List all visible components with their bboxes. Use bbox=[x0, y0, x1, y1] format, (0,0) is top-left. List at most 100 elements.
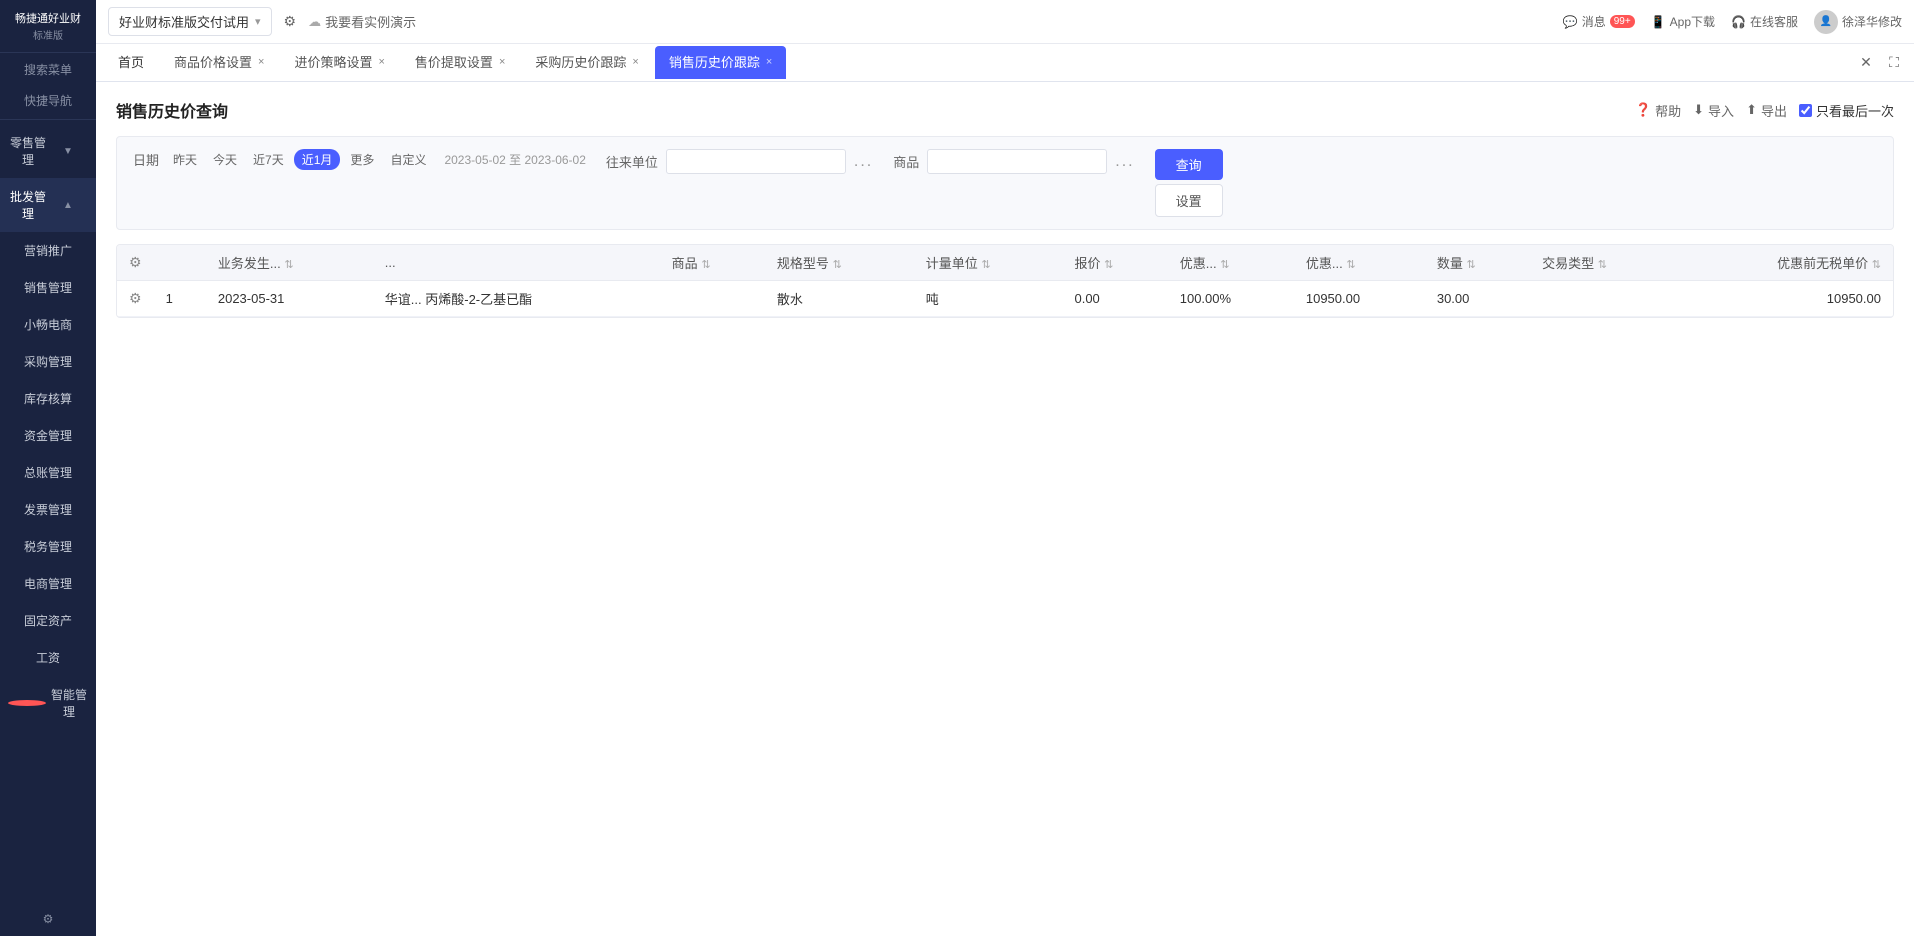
sidebar-item-inventory[interactable]: 库存核算 bbox=[0, 380, 96, 417]
tab-purchase-strategy[interactable]: 进价策略设置 × bbox=[280, 46, 398, 79]
sidebar-item-label: 库存核算 bbox=[8, 390, 88, 407]
th-product-label: 商品 bbox=[672, 256, 698, 271]
only-last-checkbox-label[interactable]: 只看最后一次 bbox=[1799, 101, 1894, 120]
window-maximize-button[interactable]: ⛶ bbox=[1882, 51, 1906, 75]
table-header-row: ⚙ 业务发生... ⇅ ... 商品 ⇅ bbox=[117, 245, 1893, 281]
dropdown-arrow-icon: ▾ bbox=[255, 15, 261, 28]
sidebar-item-invoice[interactable]: 发票管理 bbox=[0, 491, 96, 528]
tab-sale-extract[interactable]: 售价提取设置 × bbox=[401, 46, 519, 79]
sidebar-item-assets[interactable]: 固定资产 bbox=[0, 602, 96, 639]
tab-close-icon[interactable]: × bbox=[499, 56, 505, 68]
th-discount2[interactable]: 优惠... ⇅ bbox=[1294, 245, 1425, 281]
sidebar-item-finance[interactable]: 资金管理 bbox=[0, 417, 96, 454]
tab-close-icon[interactable]: × bbox=[378, 56, 384, 68]
sort-icon[interactable]: ⇅ bbox=[1466, 259, 1475, 271]
th-more-label: ... bbox=[385, 255, 396, 270]
table-settings-icon[interactable]: ⚙ bbox=[129, 254, 142, 270]
messages-button[interactable]: 💬 消息 99+ bbox=[1563, 13, 1635, 30]
sidebar-item-smart[interactable]: 智能管理 bbox=[0, 676, 96, 730]
date-btn-custom[interactable]: 自定义 bbox=[384, 149, 432, 170]
avatar: 👤 bbox=[1814, 10, 1838, 34]
sidebar-bottom-settings[interactable]: ⚙ bbox=[0, 902, 96, 936]
th-qty-label: 数量 bbox=[1437, 256, 1463, 271]
th-pretax-price-label: 优惠前无税单价 bbox=[1777, 256, 1868, 271]
tab-purchase-history[interactable]: 采购历史价跟踪 × bbox=[521, 46, 652, 79]
sort-icon[interactable]: ⇅ bbox=[833, 259, 842, 271]
headset-icon: 🎧 bbox=[1731, 15, 1746, 29]
tab-price-settings[interactable]: 商品价格设置 × bbox=[160, 46, 278, 79]
row-settings-icon[interactable]: ⚙ bbox=[129, 290, 142, 306]
product-filter-label: 商品 bbox=[893, 152, 919, 171]
sort-icon[interactable]: ⇅ bbox=[1598, 259, 1607, 271]
product-filter-group: 商品 ... bbox=[893, 149, 1134, 174]
window-close-button[interactable]: ✕ bbox=[1854, 51, 1878, 75]
from-unit-input[interactable] bbox=[666, 149, 846, 174]
td-discount1: 100.00% bbox=[1168, 281, 1294, 317]
import-icon: ⬇ bbox=[1693, 102, 1704, 118]
product-name: 好业财标准版交付试用 bbox=[119, 12, 249, 31]
th-discount1[interactable]: 优惠... ⇅ bbox=[1168, 245, 1294, 281]
sort-icon[interactable]: ⇅ bbox=[981, 259, 990, 271]
sort-icon[interactable]: ⇅ bbox=[1104, 259, 1113, 271]
date-btn-more[interactable]: 更多 bbox=[344, 149, 380, 170]
tab-sale-history[interactable]: 销售历史价跟踪 × bbox=[655, 46, 786, 79]
th-more[interactable]: ... bbox=[373, 245, 660, 281]
date-btn-7days[interactable]: 近7天 bbox=[247, 149, 290, 170]
sidebar-item-ecommerce[interactable]: 电商管理 bbox=[0, 565, 96, 602]
sidebar-quicknav[interactable]: 快捷导航 bbox=[0, 86, 96, 115]
sidebar-item-ecommerce-small[interactable]: 小畅电商 bbox=[0, 306, 96, 343]
demo-link[interactable]: 我要看实例演示 bbox=[308, 12, 416, 31]
sidebar-item-payroll[interactable]: 工资 bbox=[0, 639, 96, 676]
date-btn-yesterday[interactable]: 昨天 bbox=[167, 149, 203, 170]
sort-icon[interactable]: ⇅ bbox=[1346, 259, 1355, 271]
product-input[interactable] bbox=[927, 149, 1107, 174]
online-service-button[interactable]: 🎧 在线客服 bbox=[1731, 13, 1798, 30]
td-discount2: 10950.00 bbox=[1294, 281, 1425, 317]
settings-button[interactable]: 设置 bbox=[1155, 184, 1223, 217]
from-unit-more-icon[interactable]: ... bbox=[854, 153, 873, 171]
th-pretax-price[interactable]: 优惠前无税单价 ⇅ bbox=[1679, 245, 1893, 281]
sidebar-item-label: 工资 bbox=[8, 649, 88, 666]
help-link[interactable]: ❓ 帮助 bbox=[1635, 101, 1681, 120]
sort-icon[interactable]: ⇅ bbox=[284, 259, 293, 271]
app-download-button[interactable]: 📱 App下载 bbox=[1651, 13, 1715, 30]
th-biz-date-label: 业务发生... bbox=[218, 256, 281, 271]
sidebar-item-wholesale[interactable]: 批发管理 ▲ bbox=[0, 178, 96, 232]
product-selector[interactable]: 好业财标准版交付试用 ▾ bbox=[108, 7, 272, 36]
sidebar-item-sales[interactable]: 销售管理 bbox=[0, 269, 96, 306]
product-more-icon[interactable]: ... bbox=[1115, 153, 1134, 171]
tab-close-icon[interactable]: × bbox=[766, 56, 772, 68]
sidebar-item-label: 营销推广 bbox=[8, 242, 88, 259]
tab-home[interactable]: 首页 bbox=[104, 46, 158, 79]
export-link[interactable]: ⬆ 导出 bbox=[1746, 101, 1787, 120]
sidebar-item-marketing[interactable]: 营销推广 bbox=[0, 232, 96, 269]
sort-icon[interactable]: ⇅ bbox=[701, 259, 710, 271]
sidebar-search[interactable]: 搜索菜单 bbox=[0, 53, 96, 86]
th-biz-date[interactable]: 业务发生... ⇅ bbox=[206, 245, 373, 281]
tab-close-icon[interactable]: × bbox=[632, 56, 638, 68]
th-qty[interactable]: 数量 ⇅ bbox=[1425, 245, 1530, 281]
th-trade-type[interactable]: 交易类型 ⇅ bbox=[1530, 245, 1679, 281]
date-btn-today[interactable]: 今天 bbox=[207, 149, 243, 170]
sidebar-item-retail[interactable]: 零售管理 ▼ bbox=[0, 124, 96, 178]
topbar-settings-icon[interactable]: ⚙ bbox=[284, 13, 297, 30]
th-spec[interactable]: 规格型号 ⇅ bbox=[765, 245, 914, 281]
sort-icon[interactable]: ⇅ bbox=[1872, 259, 1881, 271]
sidebar-item-purchase[interactable]: 采购管理 bbox=[0, 343, 96, 380]
query-button[interactable]: 查询 bbox=[1155, 149, 1223, 180]
sidebar-item-label: 批发管理 bbox=[8, 188, 48, 222]
th-price[interactable]: 报价 ⇅ bbox=[1062, 245, 1167, 281]
th-unit[interactable]: 计量单位 ⇅ bbox=[914, 245, 1063, 281]
th-product[interactable]: 商品 ⇅ bbox=[660, 245, 765, 281]
date-filter-label: 日期 bbox=[133, 150, 159, 169]
sidebar-item-accounting[interactable]: 总账管理 bbox=[0, 454, 96, 491]
tab-close-icon[interactable]: × bbox=[258, 56, 264, 68]
date-btn-1month[interactable]: 近1月 bbox=[294, 149, 341, 170]
sidebar-item-tax[interactable]: 税务管理 bbox=[0, 528, 96, 565]
only-last-checkbox[interactable] bbox=[1799, 104, 1812, 117]
sort-icon[interactable]: ⇅ bbox=[1220, 259, 1229, 271]
import-link[interactable]: ⬇ 导入 bbox=[1693, 101, 1734, 120]
user-menu-button[interactable]: 👤 徐泽华修改 bbox=[1814, 10, 1902, 34]
service-label: 在线客服 bbox=[1750, 13, 1798, 30]
page-actions: ❓ 帮助 ⬇ 导入 ⬆ 导出 只看最后一次 bbox=[1635, 101, 1894, 120]
